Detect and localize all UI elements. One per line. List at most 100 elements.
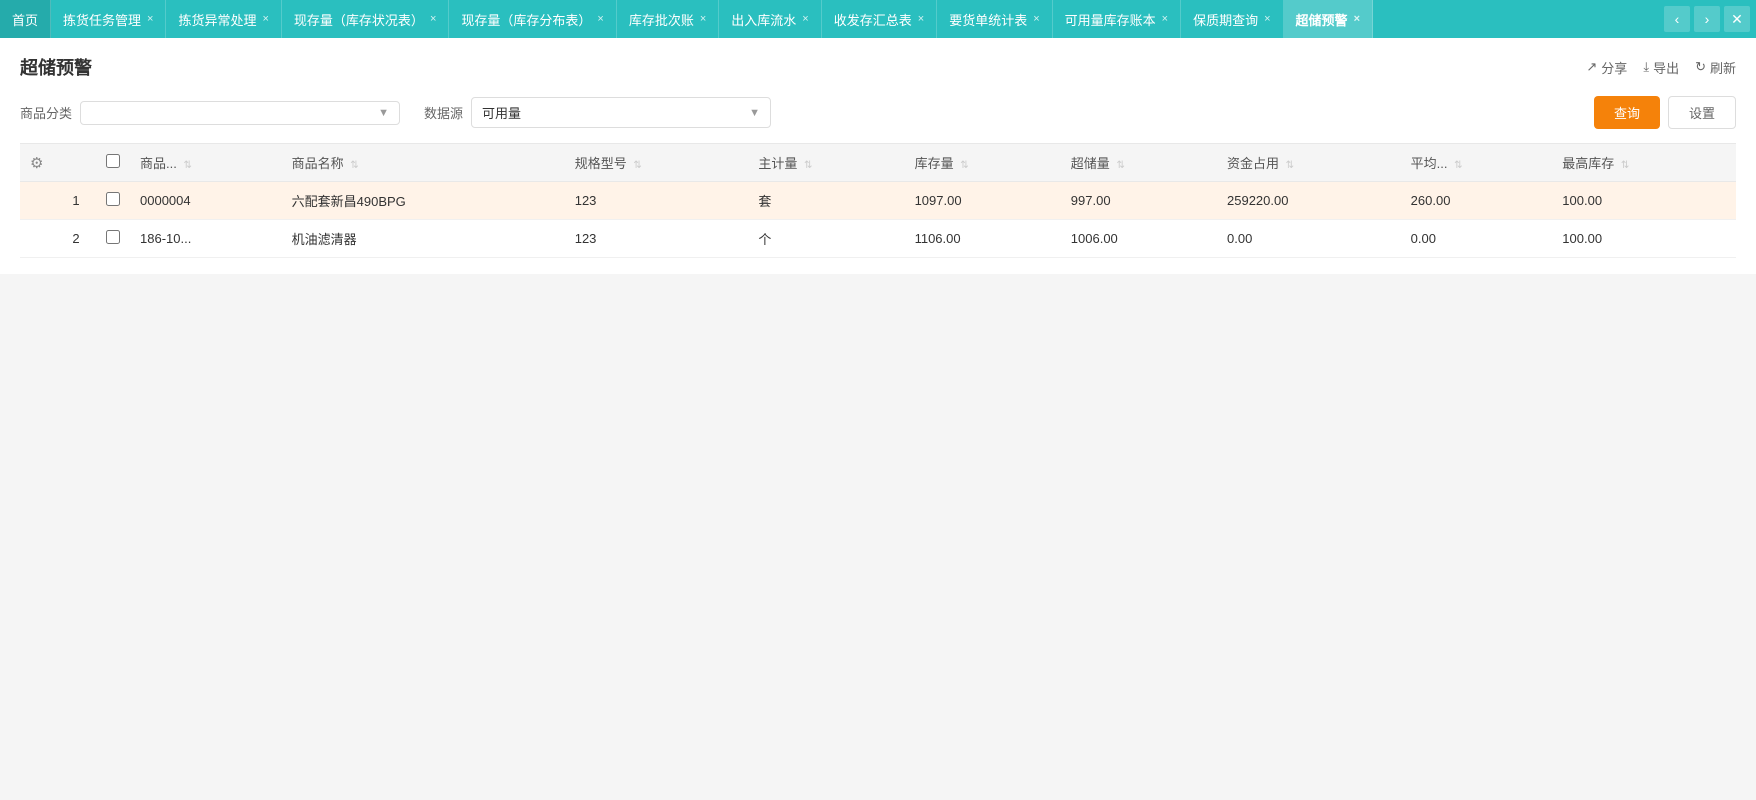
nav-batch-label: 库存批次账 [629,10,694,29]
nav-stock-dist-close[interactable]: × [597,13,603,25]
row-spec-cell: 123 [565,220,749,258]
nav-order-stat-close[interactable]: × [1033,13,1039,25]
table-header-row: ⚙ 商品... ⇅ 商品名称 ⇅ 规格型号 ⇅ [20,144,1736,182]
nav-order-stat[interactable]: 要货单统计表 × [937,0,1052,38]
nav-prev-button[interactable]: ‹ [1664,6,1690,32]
row-product-code-cell: 0000004 [130,182,282,220]
filter-actions: 查询 设置 [1594,96,1736,129]
row-capital-cell: 259220.00 [1217,182,1401,220]
nav-batch-close[interactable]: × [700,13,706,25]
col-unit-label: 主计量 [758,156,797,171]
col-avg-label: 平均... [1411,156,1448,171]
header-actions: ↗ 分享 ⤓ 导出 ↻ 刷新 [1586,58,1736,77]
row-avg-cell: 260.00 [1401,182,1553,220]
nav-next-button[interactable]: › [1694,6,1720,32]
export-button[interactable]: ⤓ 导出 [1643,58,1679,77]
sort-stock-qty-icon: ⇅ [960,160,968,171]
page-header: 超储预警 ↗ 分享 ⤓ 导出 ↻ 刷新 [20,54,1736,80]
col-product-code-label: 商品... [140,156,177,171]
nav-inout-flow[interactable]: 出入库流水 × [719,0,821,38]
row-unit-cell: 套 [748,182,904,220]
nav-overstock-label: 超储预警 [1296,10,1348,29]
datasource-filter: 数据源 可用量 ▼ [424,97,771,128]
datasource-select-value: 可用量 [482,103,521,122]
filter-bar: 商品分类 ▼ 数据源 可用量 ▼ 查询 设置 [20,96,1736,129]
col-avg[interactable]: 平均... ⇅ [1401,144,1553,182]
data-table: ⚙ 商品... ⇅ 商品名称 ⇅ 规格型号 ⇅ [20,143,1736,258]
nav-available[interactable]: 可用量库存账本 × [1053,0,1181,38]
row-product-name-cell: 六配套新昌490BPG [282,182,565,220]
col-spec[interactable]: 规格型号 ⇅ [565,144,749,182]
row-checkbox-cell [96,182,130,220]
col-capital[interactable]: 资金占用 ⇅ [1217,144,1401,182]
col-overstock-qty[interactable]: 超储量 ⇅ [1061,144,1217,182]
col-stock-qty[interactable]: 库存量 ⇅ [905,144,1061,182]
row-spec-cell: 123 [565,182,749,220]
col-overstock-qty-label: 超储量 [1071,156,1110,171]
row-no-cell: 2 [56,220,96,258]
nav-batch[interactable]: 库存批次账 × [617,0,719,38]
row-gear-cell [20,220,56,258]
row-max-stock-cell: 100.00 [1552,220,1736,258]
col-max-stock[interactable]: 最高库存 ⇅ [1552,144,1736,182]
nav-stock-status-label: 现存量（库存状况表） [294,10,424,29]
share-icon: ↗ [1586,59,1597,75]
query-button[interactable]: 查询 [1594,96,1660,129]
sort-product-code-icon: ⇅ [183,160,191,171]
export-icon: ⤓ [1643,59,1649,75]
nav-home-label: 首页 [12,10,38,29]
row-gear-cell [20,182,56,220]
nav-quality-date-close[interactable]: × [1264,13,1270,25]
nav-exception[interactable]: 拣货异常处理 × [166,0,281,38]
refresh-button[interactable]: ↻ 刷新 [1695,58,1736,77]
sort-spec-icon: ⇅ [633,160,641,171]
row-unit-cell: 个 [748,220,904,258]
export-label: 导出 [1653,58,1679,77]
row-overstock-qty-cell: 997.00 [1061,182,1217,220]
select-all-checkbox[interactable] [106,154,120,168]
nav-receive-send[interactable]: 收发存汇总表 × [822,0,937,38]
nav-stock-status[interactable]: 现存量（库存状况表） × [282,0,449,38]
row-overstock-qty-cell: 1006.00 [1061,220,1217,258]
col-product-name[interactable]: 商品名称 ⇅ [282,144,565,182]
table-row: 1 0000004 六配套新昌490BPG 123 套 1097.00 997.… [20,182,1736,220]
share-button[interactable]: ↗ 分享 [1586,58,1627,77]
col-gear: ⚙ [20,144,56,182]
col-unit[interactable]: 主计量 ⇅ [748,144,904,182]
nav-task-mgmt[interactable]: 拣货任务管理 × [51,0,166,38]
nav-receive-send-close[interactable]: × [918,13,924,25]
col-max-stock-label: 最高库存 [1562,156,1614,171]
nav-controls: ‹ › ✕ [1664,6,1756,32]
page-content: 超储预警 ↗ 分享 ⤓ 导出 ↻ 刷新 商品分类 ▼ 数据源 [0,38,1756,274]
nav-available-label: 可用量库存账本 [1065,10,1156,29]
row-checkbox[interactable] [106,230,120,244]
nav-overstock-close[interactable]: × [1354,13,1360,25]
category-filter: 商品分类 ▼ [20,101,400,125]
sort-max-stock-icon: ⇅ [1621,160,1629,171]
col-product-name-label: 商品名称 [292,156,344,171]
settings-icon[interactable]: ⚙ [30,155,43,172]
row-no-cell: 1 [56,182,96,220]
row-max-stock-cell: 100.00 [1552,182,1736,220]
nav-exception-close[interactable]: × [262,13,268,25]
category-select[interactable]: ▼ [80,101,400,125]
nav-stock-dist[interactable]: 现存量（库存分布表） × [449,0,616,38]
sort-capital-icon: ⇅ [1286,160,1294,171]
category-filter-label: 商品分类 [20,103,72,122]
row-capital-cell: 0.00 [1217,220,1401,258]
nav-inout-flow-close[interactable]: × [802,13,808,25]
settings-button[interactable]: 设置 [1668,96,1736,129]
row-checkbox[interactable] [106,192,120,206]
row-stock-qty-cell: 1106.00 [905,220,1061,258]
nav-overstock[interactable]: 超储预警 × [1284,0,1373,38]
nav-home[interactable]: 首页 [0,0,51,38]
nav-close-all-button[interactable]: ✕ [1724,6,1750,32]
nav-stock-status-close[interactable]: × [430,13,436,25]
nav-available-close[interactable]: × [1162,13,1168,25]
nav-quality-date[interactable]: 保质期查询 × [1181,0,1283,38]
row-checkbox-cell [96,220,130,258]
col-product-code[interactable]: 商品... ⇅ [130,144,282,182]
datasource-select[interactable]: 可用量 ▼ [471,97,771,128]
nav-exception-label: 拣货异常处理 [178,10,256,29]
nav-task-mgmt-close[interactable]: × [147,13,153,25]
